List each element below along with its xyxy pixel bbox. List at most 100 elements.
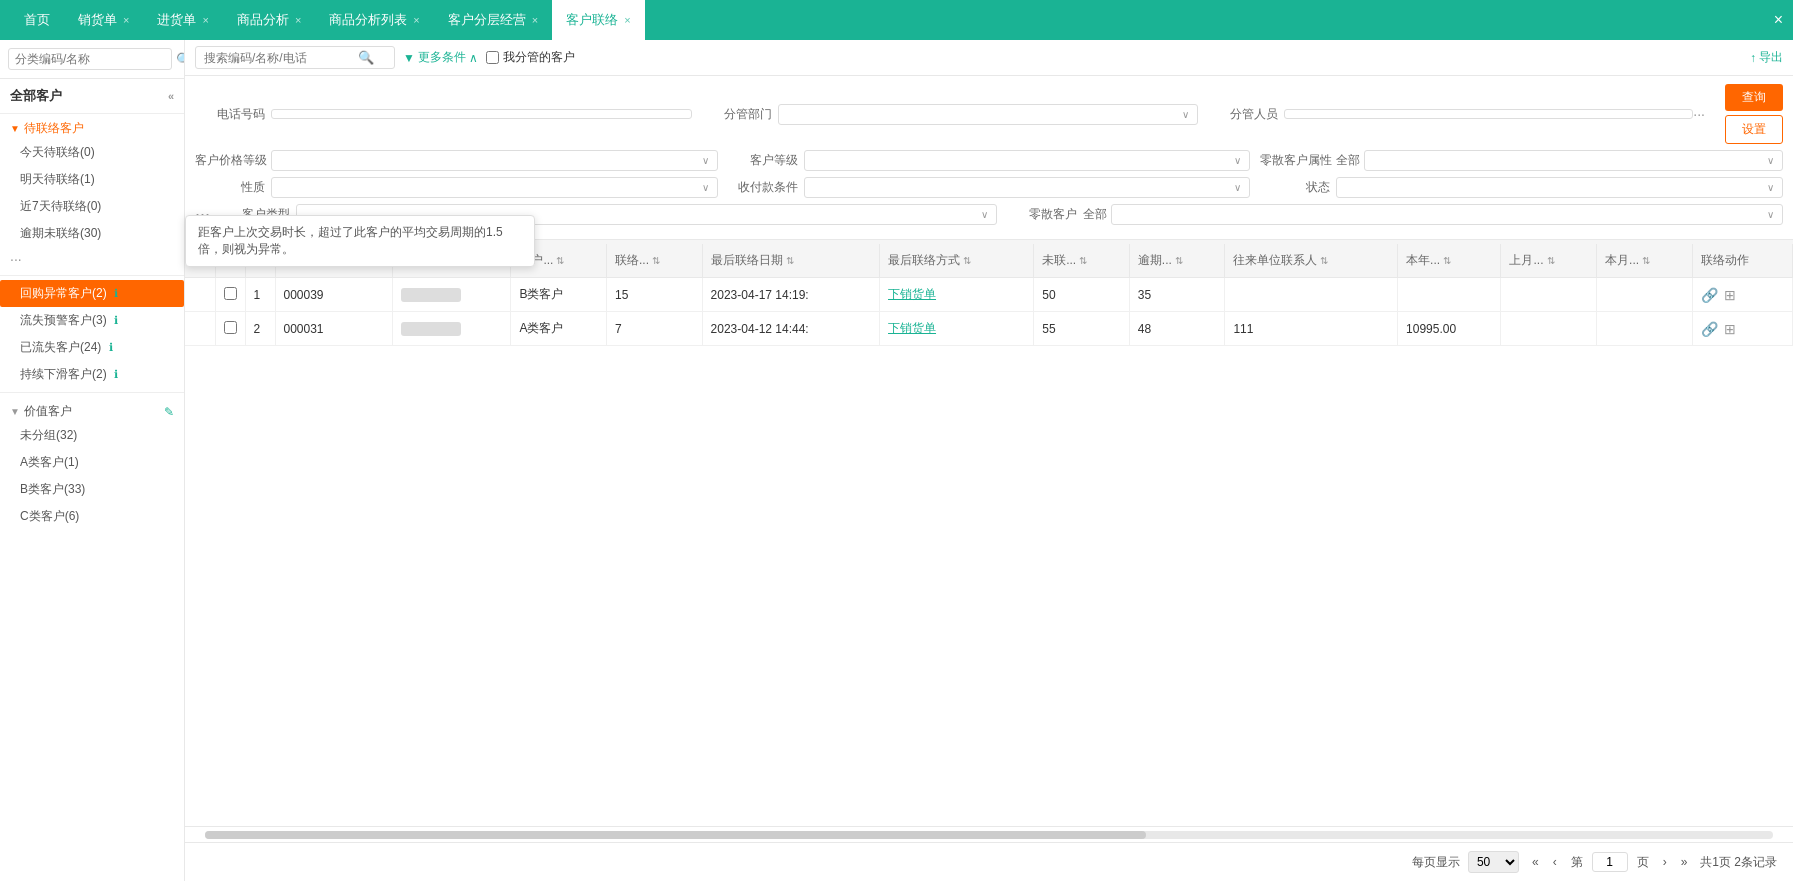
scroll-track[interactable] (205, 831, 1773, 839)
filter-row-2: 客户价格等级 ∨ 客户等级 ∨ 零散客户属性 全部 ∨ (195, 150, 1783, 171)
sidebar-item-tomorrow[interactable]: 明天待联络(1) (0, 166, 184, 193)
sidebar-item-unclassified[interactable]: 未分组(32) (0, 422, 184, 449)
price-level-input[interactable]: ∨ (271, 150, 718, 171)
nav-customer-contact[interactable]: 客户联络 × (552, 0, 644, 40)
per-page-select[interactable]: 50 100 (1468, 851, 1519, 873)
pending-contact-group[interactable]: ▼ 待联络客户 (0, 114, 184, 139)
sidebar-item-class-b[interactable]: B类客户(33) (0, 476, 184, 503)
nav-home[interactable]: 首页 (10, 0, 64, 40)
row1-class: B类客户 (511, 278, 607, 312)
contact-count-sort-icon: ⇅ (652, 255, 660, 266)
row1-link-icon[interactable]: 🔗 (1701, 287, 1718, 303)
horizontal-scrollbar[interactable] (185, 826, 1793, 842)
close-purchase-icon[interactable]: × (202, 14, 208, 26)
value-customer-edit-icon[interactable]: ✎ (164, 405, 174, 419)
close-sales-icon[interactable]: × (123, 14, 129, 26)
row1-unread: 50 (1034, 278, 1130, 312)
first-page-button[interactable]: « (1527, 853, 1544, 871)
retail-customer-input[interactable]: ∨ (1111, 204, 1784, 225)
retail-attr-input[interactable]: ∨ (1364, 150, 1783, 171)
prev-page-button[interactable]: ‹ (1548, 853, 1562, 871)
settings-button[interactable]: 设置 (1725, 115, 1783, 144)
row2-this-month (1597, 312, 1693, 346)
row1-checkbox[interactable] (215, 278, 245, 312)
sidebar-item-lost-potential[interactable]: 流失预警客户(3) ℹ (0, 307, 184, 334)
last-page-button[interactable]: » (1676, 853, 1693, 871)
table-this-month-header[interactable]: 本月...⇅ (1597, 244, 1693, 278)
current-page-input[interactable] (1592, 852, 1628, 872)
close-customer-contact-icon[interactable]: × (624, 14, 630, 26)
filter-icon: ▼ (403, 51, 415, 65)
scroll-thumb[interactable] (205, 831, 1146, 839)
table-contact-person-header[interactable]: 往来单位联系人⇅ (1225, 244, 1398, 278)
close-analysis-icon[interactable]: × (295, 14, 301, 26)
status-input[interactable]: ∨ (1336, 177, 1783, 198)
row2-link-icon[interactable]: 🔗 (1701, 321, 1718, 337)
nav-analysis[interactable]: 商品分析 × (223, 0, 315, 40)
manager-label: 分管人员 (1208, 106, 1278, 123)
row1-grid-icon[interactable]: ⊞ (1724, 287, 1736, 303)
close-customer-seg-icon[interactable]: × (532, 14, 538, 26)
table-overdue-header[interactable]: 逾期...⇅ (1129, 244, 1225, 278)
manager-more-dots[interactable]: ··· (1693, 106, 1705, 122)
row2-select-checkbox[interactable] (224, 321, 237, 334)
table-unread-header[interactable]: 未联...⇅ (1034, 244, 1130, 278)
gender-input[interactable]: ∨ (271, 177, 718, 198)
row1-last-method[interactable]: 下销货单 (880, 278, 1034, 312)
next-page-button[interactable]: › (1658, 853, 1672, 871)
main-search-input[interactable] (204, 51, 354, 65)
more-conditions-button[interactable]: ▼ 更多条件 ∧ (403, 49, 478, 66)
payment-input[interactable]: ∨ (804, 177, 1251, 198)
this-month-sort-icon: ⇅ (1642, 255, 1650, 266)
sidebar-item-class-c[interactable]: C类客户(6) (0, 503, 184, 530)
sidebar-search-input[interactable] (8, 48, 172, 70)
close-all-button[interactable]: × (1774, 11, 1783, 29)
dept-input[interactable]: ∨ (778, 104, 1199, 125)
more-dots-button[interactable]: ··· (0, 247, 184, 271)
value-customer-group[interactable]: ▼ 价值客户 ✎ (0, 397, 184, 422)
row2-last-method-link[interactable]: 下销货单 (888, 321, 936, 335)
more-conditions-label: 更多条件 (418, 49, 466, 66)
filter-row-3: 性质 ∨ 收付款条件 ∨ 状态 ∨ (195, 177, 1783, 198)
sidebar-collapse-button[interactable]: « (168, 90, 174, 102)
row1-select-checkbox[interactable] (224, 287, 237, 300)
sidebar-item-overdue[interactable]: 逾期未联络(30) (0, 220, 184, 247)
row1-this-month (1597, 278, 1693, 312)
customer-level-input[interactable]: ∨ (804, 150, 1251, 171)
filter-field-manager: 分管人员 ··· (1208, 106, 1705, 123)
row2-unread: 55 (1034, 312, 1130, 346)
row2-last-method[interactable]: 下销货单 (880, 312, 1034, 346)
data-table-area: ⚙ 客户编码⇅ 客户名称⇅ 客户...⇅ 联络...⇅ (185, 244, 1793, 826)
table-last-method-header[interactable]: 最后联络方式⇅ (880, 244, 1034, 278)
table-last-month-header[interactable]: 上月...⇅ (1501, 244, 1597, 278)
sidebar-item-lost[interactable]: 已流失客户(24) ℹ (0, 334, 184, 361)
sidebar-item-continuous-decline[interactable]: 持续下滑客户(2) ℹ (0, 361, 184, 388)
nav-sales[interactable]: 销货单 × (64, 0, 143, 40)
close-analysis-list-icon[interactable]: × (413, 14, 419, 26)
sidebar-item-class-a[interactable]: A类客户(1) (0, 449, 184, 476)
table-this-year-header[interactable]: 本年...⇅ (1398, 244, 1501, 278)
query-button[interactable]: 查询 (1725, 84, 1783, 111)
page-label: 第 (1566, 852, 1588, 873)
my-customers-checkbox[interactable] (486, 51, 499, 64)
sidebar-search-icon[interactable]: 🔍 (176, 52, 185, 67)
row1-last-method-link[interactable]: 下销货单 (888, 287, 936, 301)
nav-purchase[interactable]: 进货单 × (143, 0, 222, 40)
nav-analysis-list[interactable]: 商品分析列表 × (315, 0, 433, 40)
sidebar-item-week[interactable]: 近7天待联络(0) (0, 193, 184, 220)
my-customers-checkbox-label[interactable]: 我分管的客户 (486, 49, 575, 66)
table-last-date-header[interactable]: 最后联络日期⇅ (702, 244, 879, 278)
main-search-icon[interactable]: 🔍 (358, 50, 374, 65)
sidebar-item-today[interactable]: 今天待联络(0) (0, 139, 184, 166)
sidebar-divider-1 (0, 275, 184, 276)
row2-grid-icon[interactable]: ⊞ (1724, 321, 1736, 337)
manager-input[interactable] (1284, 109, 1693, 119)
row2-checkbox[interactable] (215, 312, 245, 346)
sidebar-item-repurchase-anomaly[interactable]: 回购异常客户(2) ℹ (0, 280, 184, 307)
nav-customer-seg[interactable]: 客户分层经营 × (434, 0, 552, 40)
filter-field-payment: 收付款条件 ∨ (728, 177, 1251, 198)
phone-input[interactable] (271, 109, 692, 119)
row1-action-buttons: 🔗 ⊞ (1701, 287, 1784, 303)
table-contact-count-header[interactable]: 联络...⇅ (606, 244, 702, 278)
export-button[interactable]: ↑ 导出 (1750, 49, 1783, 66)
